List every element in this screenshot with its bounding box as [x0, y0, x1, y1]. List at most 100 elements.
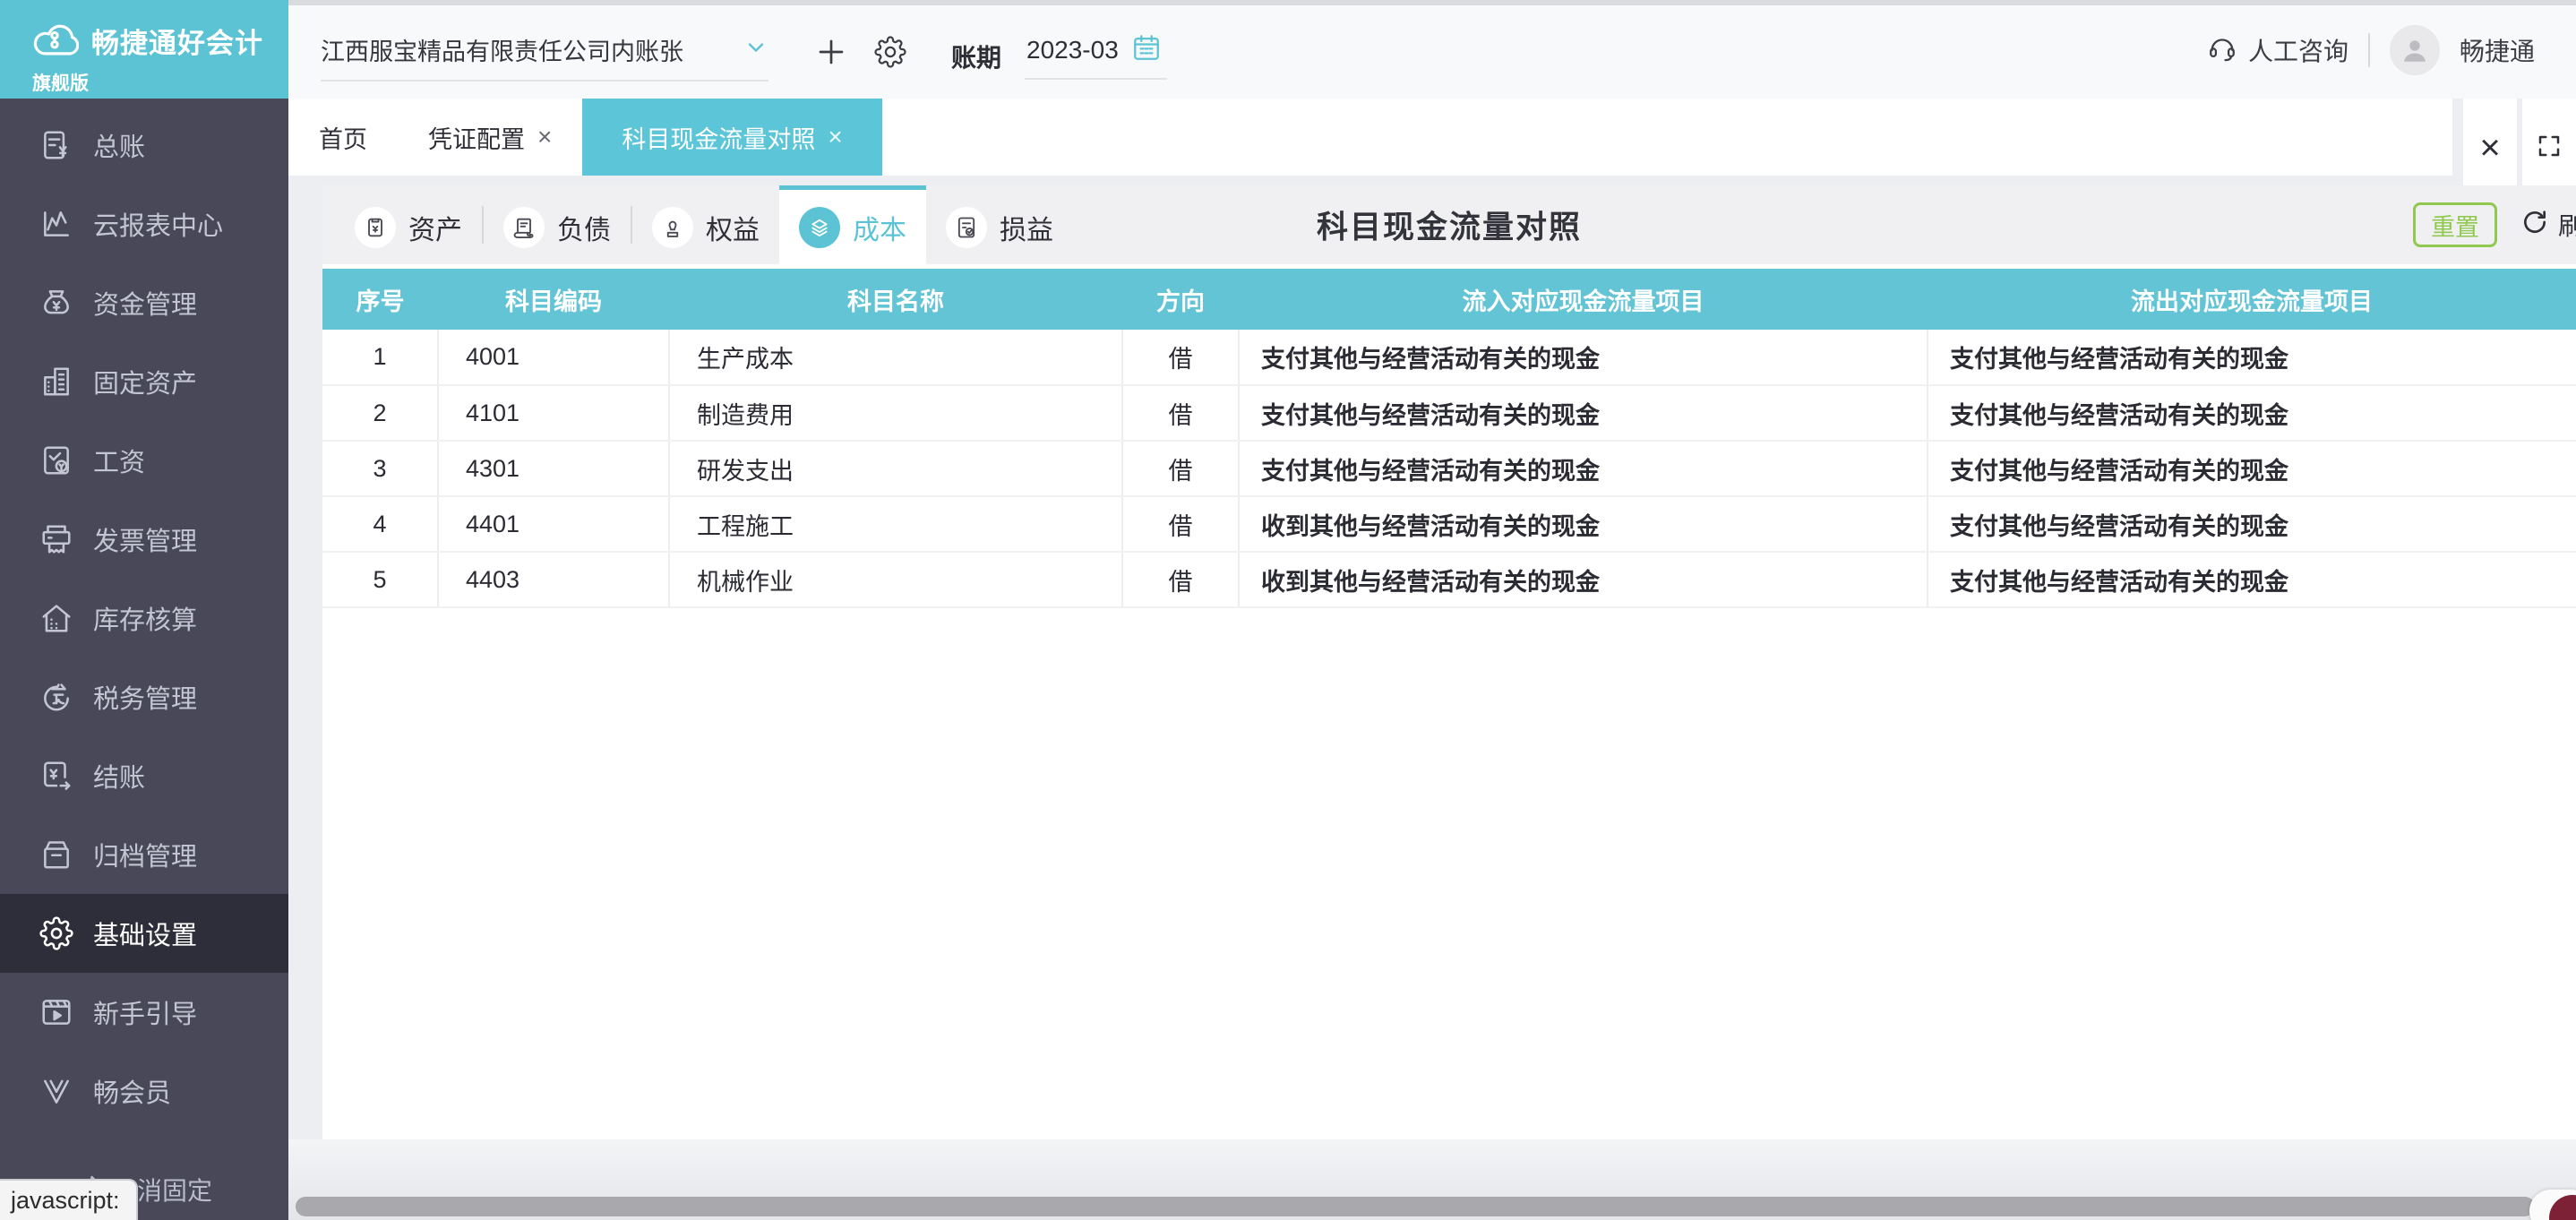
sidebar-item-6[interactable]: 库存核算 — [0, 579, 288, 657]
period-value: 2023-03 — [1026, 35, 1119, 64]
sidebar-item-9[interactable]: 归档管理 — [0, 815, 288, 894]
cell-r4-c3: 借 — [1122, 552, 1240, 608]
sidebar-item-label: 云报表中心 — [93, 212, 224, 241]
sidebar-item-12[interactable]: 畅会员 — [0, 1052, 288, 1130]
settings-gear-icon[interactable] — [874, 36, 906, 68]
cell-r0-c0: 1 — [322, 330, 439, 386]
subtab-label: 损益 — [1000, 215, 1053, 245]
gear-icon — [39, 916, 73, 950]
sidebar-item-2[interactable]: 资金管理 — [0, 263, 288, 342]
sidebar-item-label: 归档管理 — [93, 843, 198, 872]
sidebar: 畅捷通好会计 旗舰版 总账云报表中心资金管理固定资产 工资发票管理库存核算税务管理… — [0, 0, 288, 1220]
sidebar-item-label: 新手引导 — [93, 1001, 198, 1029]
sidebar-item-label: 发票管理 — [93, 528, 198, 556]
cell-r0-c4: 支付其他与经营活动有关的现金 — [1239, 330, 1928, 386]
cell-r1-c2: 制造费用 — [669, 385, 1123, 442]
live-support-button[interactable]: 人工咨询 — [2207, 32, 2348, 69]
cell-r4-c5: 支付其他与经营活动有关的现金 — [1928, 552, 2576, 608]
member-icon — [39, 1074, 73, 1108]
subtab-1[interactable]: 负债 — [484, 185, 631, 264]
salary-sheet-icon — [39, 443, 73, 477]
closing-icon — [39, 759, 73, 793]
archive-icon — [39, 838, 73, 872]
subtab-label: 负债 — [557, 215, 611, 245]
column-header-2: 科目名称 — [669, 269, 1122, 330]
sidebar-item-label: 畅会员 — [93, 1079, 172, 1108]
topbar: 江西服宝精品有限责任公司内账张 账期 2023-03 人工咨询 畅捷通 — [288, 5, 2576, 99]
page-title: 科目现金流量对照 — [1316, 210, 1583, 245]
asset-icon — [355, 206, 396, 248]
refresh-button[interactable]: 刷 — [2520, 207, 2576, 243]
table-row-3[interactable]: 4 4401 工程施工借收到其他与经营活动有关的现金 支付其他与经营活动有关的现金 — [322, 496, 2576, 553]
sidebar-item-1[interactable]: 云报表中心 — [0, 185, 288, 263]
table-row-2[interactable]: 3 4301 研发支出借支付其他与经营活动有关的现金 支付其他与经营活动有关的现金 — [322, 441, 2576, 497]
user-name[interactable]: 畅捷通 — [2460, 32, 2535, 68]
cloud-logo-icon — [30, 14, 80, 67]
cell-r3-c5: 支付其他与经营活动有关的现金 — [1928, 496, 2576, 553]
period-picker[interactable]: 2023-03 — [1025, 32, 1167, 80]
cell-r1-c3: 借 — [1122, 385, 1240, 442]
sidebar-item-label: 税务管理 — [93, 685, 198, 714]
cell-r4-c4: 收到其他与经营活动有关的现金 — [1239, 552, 1928, 608]
close-all-tabs-button[interactable]: × — [2463, 99, 2517, 197]
table-row-4[interactable]: 5 4403 机械作业借收到其他与经营活动有关的现金 支付其他与经营活动有关的现金 — [322, 552, 2576, 608]
tab-2[interactable]: 科目现金流量对照 × — [582, 99, 882, 176]
support-label: 人工咨询 — [2247, 38, 2348, 65]
subtab-3[interactable]: 成本 — [779, 185, 926, 264]
horizontal-scrollbar[interactable] — [296, 1197, 2535, 1216]
table-row-0[interactable]: 1 4001 生产成本借支付其他与经营活动有关的现金 支付其他与经营活动有关的现金 — [322, 330, 2576, 386]
sidebar-item-label: 总账 — [93, 133, 146, 162]
corner-floating-widget[interactable] — [2522, 1184, 2576, 1220]
add-account-set-button[interactable] — [815, 36, 847, 68]
subtabs: 资产 负债 权益 成本 损益 — [335, 185, 1073, 264]
sidebar-item-3[interactable]: 固定资产 — [0, 342, 288, 421]
column-header-4: 流入对应现金流量项目 — [1239, 269, 1928, 330]
sidebar-item-7[interactable]: 税务管理 — [0, 657, 288, 736]
sidebar-item-4[interactable]: 工资 — [0, 421, 288, 500]
subtab-label: 权益 — [706, 215, 760, 245]
sidebar-item-label: 资金管理 — [93, 291, 198, 320]
table-header-row: 序号 科目编码 科目名称 方向 流入对应现金流量项目 流出对应现金流量项目 — [322, 269, 2576, 330]
user-avatar[interactable] — [2389, 25, 2440, 75]
cell-r0-c2: 生产成本 — [669, 330, 1123, 386]
cell-r1-c4: 支付其他与经营活动有关的现金 — [1239, 385, 1928, 442]
liability-icon — [503, 206, 545, 248]
fullscreen-button[interactable] — [2522, 99, 2576, 197]
building-icon — [39, 365, 73, 399]
tab-1[interactable]: 凭证配置 × — [398, 99, 582, 176]
sidebar-menu: 总账云报表中心资金管理固定资产 工资发票管理库存核算税务管理结账归档管理基础设置新… — [0, 106, 288, 1130]
tab-0[interactable]: 首页 — [288, 99, 398, 176]
tabbar-gap — [2452, 99, 2463, 176]
sidebar-item-10[interactable]: 基础设置 — [0, 894, 288, 973]
sidebar-item-8[interactable]: 结账 — [0, 736, 288, 815]
cell-r4-c2: 机械作业 — [669, 552, 1123, 608]
table-row-1[interactable]: 2 4101 制造费用借支付其他与经营活动有关的现金 支付其他与经营活动有关的现金 — [322, 385, 2576, 442]
cost-icon — [799, 206, 840, 248]
browser-status-bubble: javascript: — [0, 1179, 138, 1220]
cell-r4-c0: 5 — [322, 552, 439, 608]
company-selector[interactable]: 江西服宝精品有限责任公司内账张 — [321, 32, 769, 82]
calendar-icon — [1131, 32, 1162, 67]
subtab-strip: 资产 负债 权益 成本 损益 科目现金流量对照 重置 刷 — [322, 185, 2576, 264]
sidebar-item-5[interactable]: 发票管理 — [0, 500, 288, 579]
invoice-icon — [39, 522, 73, 556]
cell-r0-c5: 支付其他与经营活动有关的现金 — [1928, 330, 2576, 386]
sidebar-item-0[interactable]: 总账 — [0, 106, 288, 185]
tab-close-icon[interactable]: × — [537, 125, 552, 150]
app-logo[interactable]: 畅捷通好会计 旗舰版 — [0, 0, 288, 99]
subtab-0[interactable]: 资产 — [335, 185, 482, 264]
subtab-2[interactable]: 权益 — [632, 185, 779, 264]
cell-r4-c1: 4403 — [438, 552, 670, 608]
video-guide-icon — [39, 995, 73, 1029]
cell-r3-c1: 4401 — [438, 496, 670, 553]
cell-r3-c3: 借 — [1122, 496, 1240, 553]
cell-r2-c0: 3 — [322, 441, 439, 497]
topbar-divider — [2367, 33, 2370, 67]
close-icon: × — [2479, 127, 2501, 168]
subtab-4[interactable]: 损益 — [926, 185, 1073, 264]
sidebar-item-11[interactable]: 新手引导 — [0, 973, 288, 1052]
tab-close-icon[interactable]: × — [828, 125, 842, 150]
reset-button[interactable]: 重置 — [2413, 202, 2497, 247]
fullscreen-icon — [2536, 133, 2563, 164]
cell-r2-c2: 研发支出 — [669, 441, 1123, 497]
